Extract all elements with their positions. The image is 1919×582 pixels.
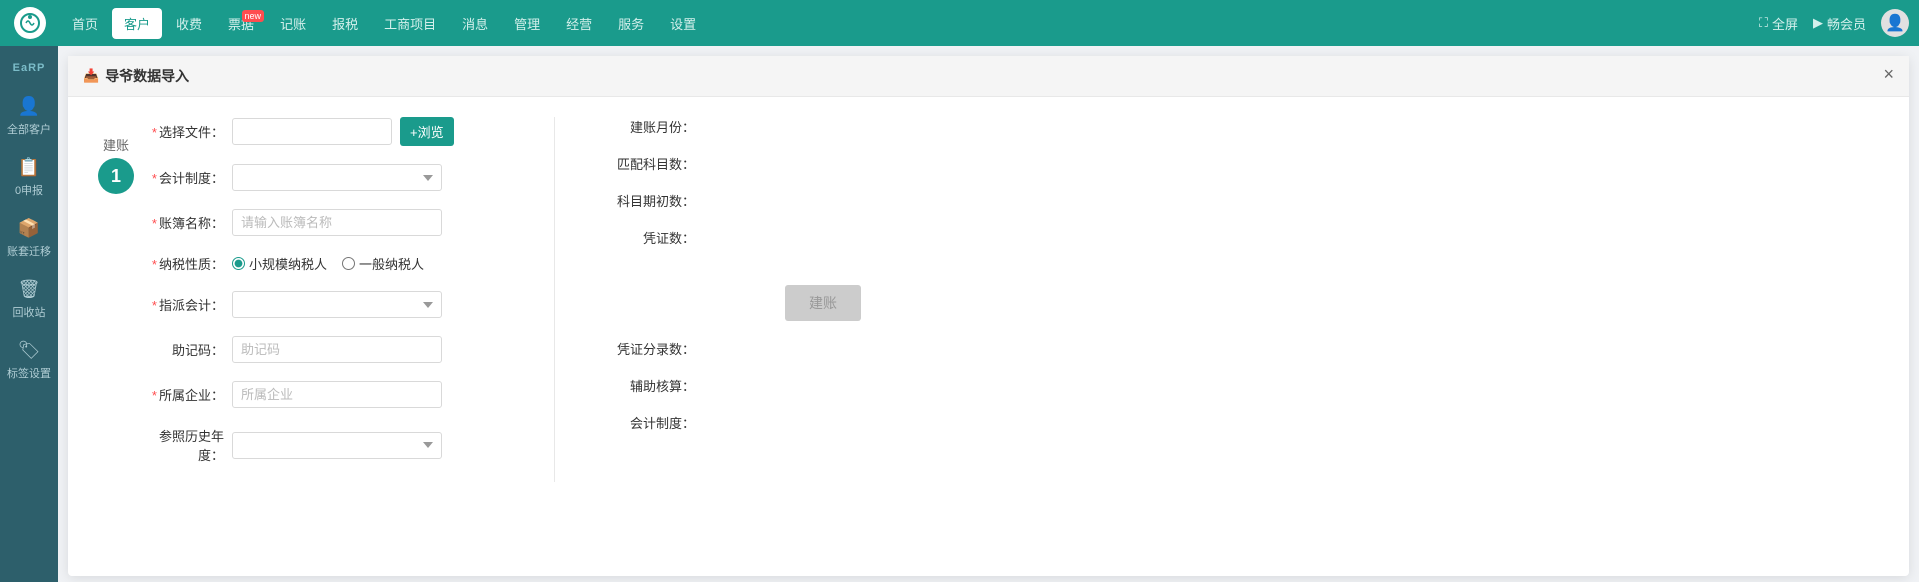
- tag-settings-icon: 🏷: [18, 340, 41, 361]
- recycle-bin-icon: 🗑: [18, 279, 41, 300]
- dialog: 📥 导爷数据导入 × 建账 1: [68, 56, 1909, 576]
- form-row-tax-type: *纳税性质： 小规模纳税人 一般纳税人: [144, 254, 504, 273]
- file-label: *选择文件：: [144, 122, 224, 141]
- account-migration-icon: 📦: [18, 218, 40, 239]
- nav-item-bookkeeping[interactable]: 记账: [268, 8, 318, 39]
- sidebar-item-all-customers[interactable]: 👤 全部客户: [0, 86, 58, 147]
- form-row-file: *选择文件： +浏览: [144, 117, 504, 146]
- company-input[interactable]: [232, 381, 442, 408]
- logo-icon: [14, 7, 46, 39]
- form-row-memo-code: 助记码：: [144, 336, 504, 363]
- account-name-input[interactable]: [232, 209, 442, 236]
- all-customers-icon: 👤: [18, 96, 40, 117]
- form-section: *选择文件： +浏览 *会计制度：: [144, 117, 504, 482]
- earp-label: EaRP: [13, 56, 46, 86]
- dialog-title: 导爷数据导入: [105, 66, 189, 86]
- sidebar-item-recycle-bin[interactable]: 🗑 回收站: [0, 269, 58, 330]
- form-row-accounting-system: *会计制度：: [144, 164, 504, 191]
- main-nav: 首页 客户 收费 票据 new 记账 报税 工商项目 消息 管理 经营: [60, 8, 708, 39]
- sidebar-item-account-migration[interactable]: 📦 账套迁移: [0, 208, 58, 269]
- nav-item-management[interactable]: 管理: [502, 8, 552, 39]
- submit-btn-area: 建账: [695, 265, 925, 321]
- initial-label: 科目期初数：: [605, 191, 695, 210]
- left-column: 建账 1 *选择文件： +浏览: [98, 117, 504, 482]
- dialog-body: 建账 1 *选择文件： +浏览: [68, 97, 1909, 502]
- form-row-accountant: *指派会计：: [144, 291, 504, 318]
- top-navigation: 首页 客户 收费 票据 new 记账 报税 工商项目 消息 管理 经营: [0, 0, 1919, 46]
- info-row-aux: 辅助核算：: [605, 376, 925, 395]
- accounting-system-select[interactable]: [232, 164, 442, 191]
- accounting-system-label: *会计制度：: [144, 168, 224, 187]
- accountant-label: *指派会计：: [144, 295, 224, 314]
- accountant-select[interactable]: [232, 291, 442, 318]
- tax-option-general[interactable]: 一般纳税人: [342, 254, 424, 273]
- voucher-entries-label: 凭证分录数：: [605, 339, 695, 358]
- declaration-icon: 📋: [18, 157, 40, 178]
- account-name-label: *账簿名称：: [144, 213, 224, 232]
- history-year-select[interactable]: [232, 432, 442, 459]
- video-icon: ▶: [1813, 15, 1823, 31]
- sidebar: EaRP 👤 全部客户 📋 0申报 📦 账套迁移 🗑 回收站 🏷 标签设置: [0, 46, 58, 582]
- dialog-close-button[interactable]: ×: [1883, 64, 1894, 85]
- user-icon: 👤: [1885, 13, 1905, 33]
- sidebar-item-declaration[interactable]: 📋 0申报: [0, 147, 58, 208]
- info-row-initial: 科目期初数：: [605, 191, 925, 210]
- nav-right: ⛶ 全屏 ▶ 畅会员 👤: [1759, 9, 1909, 37]
- accounting-system-right-label: 会计制度：: [605, 413, 695, 432]
- info-row-voucher-entries: 凭证分录数：: [605, 339, 925, 358]
- vertical-divider: [554, 117, 555, 482]
- browse-button[interactable]: +浏览: [400, 117, 454, 146]
- memo-code-input[interactable]: [232, 336, 442, 363]
- voucher-label: 凭证数：: [605, 228, 695, 247]
- tax-type-radio-group: 小规模纳税人 一般纳税人: [232, 254, 424, 273]
- form-row-history-year: 参照历史年度：: [144, 426, 504, 464]
- fullscreen-btn[interactable]: ⛶ 全屏: [1759, 14, 1798, 33]
- nav-item-settings[interactable]: 设置: [658, 8, 708, 39]
- dialog-title-icon: 📥: [83, 68, 99, 84]
- company-label: *所属企业：: [144, 385, 224, 404]
- submit-button[interactable]: 建账: [785, 285, 861, 321]
- match-label: 匹配科目数：: [605, 154, 695, 173]
- member-btn[interactable]: ▶ 畅会员: [1813, 14, 1866, 33]
- nav-item-invoice[interactable]: 票据 new: [216, 8, 266, 39]
- file-input[interactable]: [232, 118, 392, 145]
- info-row-accounting-system-right: 会计制度：: [605, 413, 925, 432]
- nav-item-customer[interactable]: 客户: [112, 8, 162, 39]
- sidebar-item-tag-settings[interactable]: 🏷 标签设置: [0, 330, 58, 391]
- dialog-header: 📥 导爷数据导入 ×: [68, 56, 1909, 97]
- logo[interactable]: [10, 3, 50, 43]
- aux-label: 辅助核算：: [605, 376, 695, 395]
- nav-item-billing[interactable]: 收费: [164, 8, 214, 39]
- step-label: 建账: [103, 125, 129, 154]
- nav-item-service[interactable]: 服务: [606, 8, 656, 39]
- info-row-month: 建账月份：: [605, 117, 925, 136]
- info-row-match: 匹配科目数：: [605, 154, 925, 173]
- tax-type-label: *纳税性质：: [144, 254, 224, 273]
- tax-option-small[interactable]: 小规模纳税人: [232, 254, 327, 273]
- form-row-account-name: *账簿名称：: [144, 209, 504, 236]
- nav-item-business[interactable]: 工商项目: [372, 8, 448, 39]
- info-row-voucher: 凭证数：: [605, 228, 925, 247]
- content-area: 📥 导爷数据导入 × 建账 1: [58, 46, 1919, 582]
- avatar[interactable]: 👤: [1881, 9, 1909, 37]
- nav-item-finance[interactable]: 经营: [554, 8, 604, 39]
- fullscreen-icon: ⛶: [1759, 15, 1768, 31]
- step-indicator: 建账 1: [98, 117, 134, 194]
- memo-code-label: 助记码：: [144, 340, 224, 359]
- main-layout: EaRP 👤 全部客户 📋 0申报 📦 账套迁移 🗑 回收站 🏷 标签设置 📥: [0, 46, 1919, 582]
- form-row-company: *所属企业：: [144, 381, 504, 408]
- month-label: 建账月份：: [605, 117, 695, 136]
- nav-item-tax[interactable]: 报税: [320, 8, 370, 39]
- history-year-label: 参照历史年度：: [144, 426, 224, 464]
- nav-item-home[interactable]: 首页: [60, 8, 110, 39]
- right-column: 建账月份： 匹配科目数： 科目期初数： 凭证数：: [605, 117, 925, 482]
- new-badge: new: [242, 10, 265, 22]
- step-circle: 1: [98, 158, 134, 194]
- nav-item-message[interactable]: 消息: [450, 8, 500, 39]
